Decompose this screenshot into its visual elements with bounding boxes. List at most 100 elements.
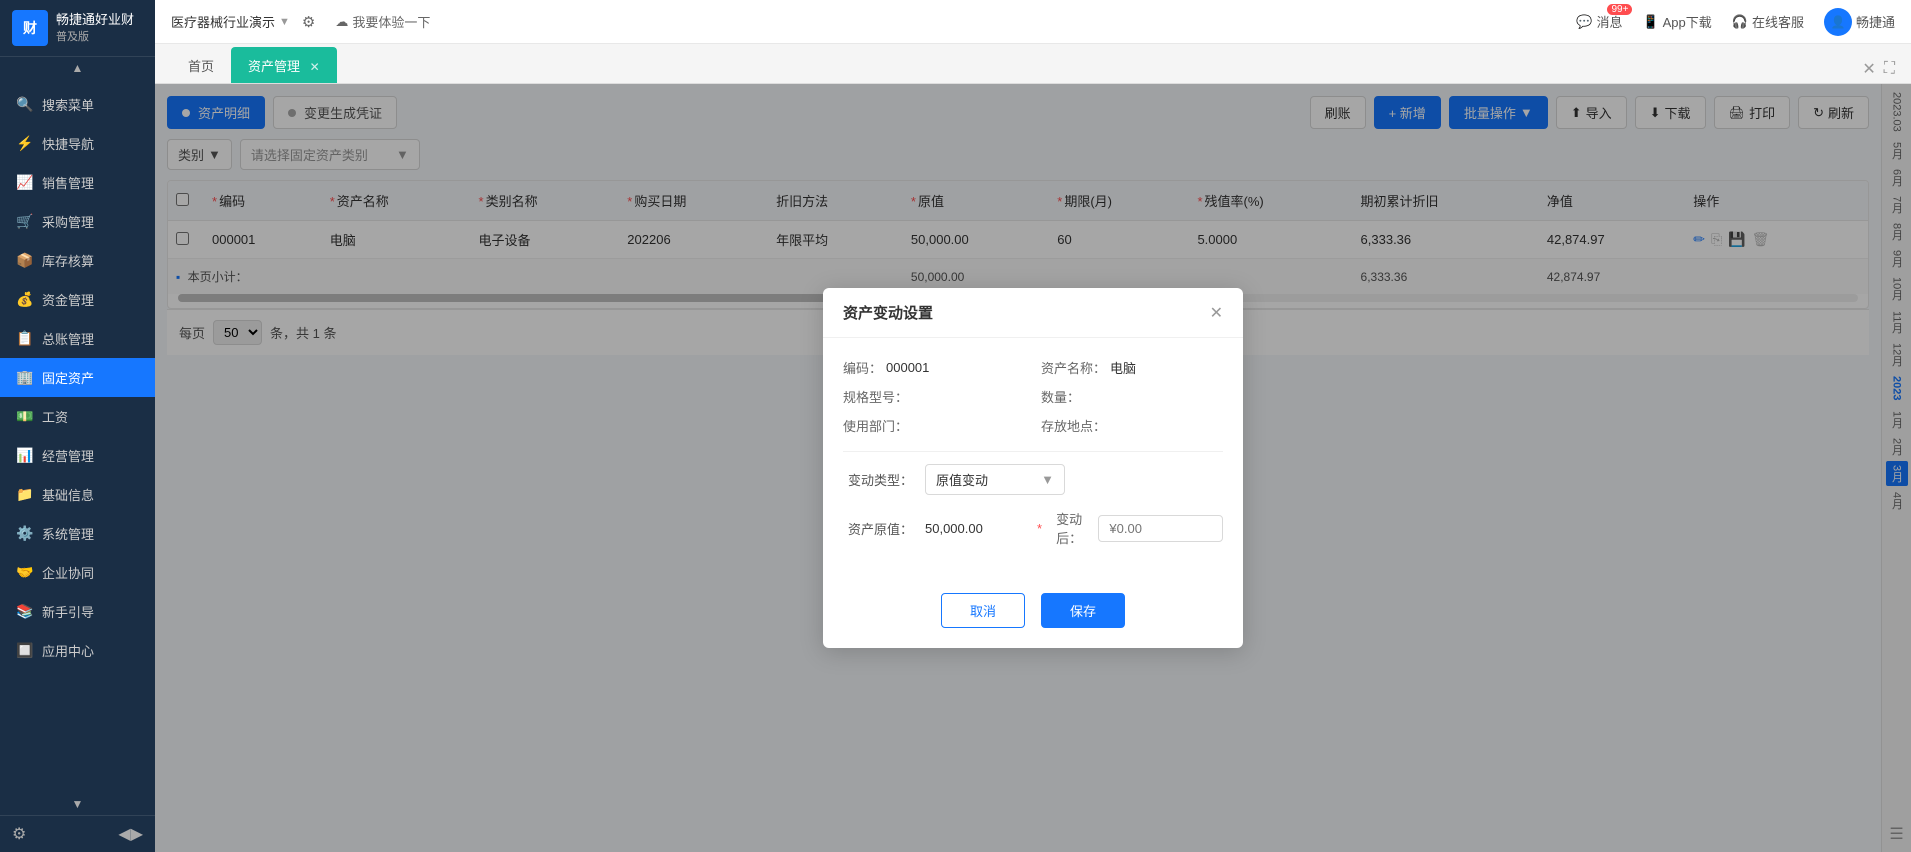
save-button-label: 保存 [1070, 604, 1096, 619]
dialog-name-label: 资产名称： [1041, 358, 1106, 377]
dialog-name-value: 电脑 [1110, 358, 1136, 377]
sidebar-item-inventory[interactable]: 📦 库存核算 [0, 241, 155, 280]
dialog-close-button[interactable]: ✕ [1210, 303, 1223, 323]
download-icon: 📱 [1642, 14, 1658, 30]
app-name: 畅捷通好业财 [56, 12, 134, 29]
sidebar-item-label-payroll: 工资 [42, 407, 68, 426]
app-logo-icon: 财 [12, 10, 48, 46]
change-type-value: 原值变动 [936, 470, 988, 489]
change-type-select[interactable]: 原值变动 ▼ [925, 464, 1065, 495]
sidebar-bottom: ⚙ ◀▶ [0, 815, 155, 852]
sales-icon: 📈 [16, 174, 34, 191]
dialog-quantity-field: 数量： [1041, 387, 1223, 406]
sidebar-item-label-app-center: 应用中心 [42, 641, 94, 660]
change-type-arrow-icon: ▼ [1041, 472, 1054, 487]
dialog-name-field: 资产名称： 电脑 [1041, 358, 1223, 377]
sidebar-item-label-inventory: 库存核算 [42, 251, 94, 270]
after-change-input[interactable] [1098, 515, 1223, 542]
sidebar-item-fixed-assets[interactable]: 🏢 固定资产 [0, 358, 155, 397]
cancel-button[interactable]: 取消 [941, 593, 1025, 628]
collapse-icon[interactable]: ◀▶ [118, 824, 143, 844]
dialog-footer: 取消 保存 [823, 581, 1243, 648]
quicknav-icon: ⚡ [16, 135, 34, 152]
dialog-department-label: 使用部门： [843, 416, 908, 435]
experience-button[interactable]: ☁ 我要体验一下 [335, 12, 430, 31]
search-icon: 🔍 [16, 96, 34, 113]
sidebar-item-app-center[interactable]: 🔲 应用中心 [0, 631, 155, 670]
dialog-title: 资产变动设置 [843, 302, 933, 323]
sidebar: 财 畅捷通好业财 普及版 ▲ 🔍 搜索菜单 ⚡ 快捷导航 📈 销售管理 🛒 采购… [0, 0, 155, 852]
ledger-icon: 📋 [16, 330, 34, 347]
tab-close-icon[interactable]: ✕ [310, 60, 320, 74]
dialog-info-grid: 编码： 000001 资产名称： 电脑 规格型号： 数量： [843, 358, 1223, 435]
sidebar-item-system[interactable]: ⚙️ 系统管理 [0, 514, 155, 553]
system-icon: ⚙️ [16, 525, 34, 542]
app-edition: 普及版 [56, 28, 134, 44]
avatar: 👤 [1824, 8, 1852, 36]
sidebar-item-operations[interactable]: 📊 经营管理 [0, 436, 155, 475]
app-download-button[interactable]: 📱 App下载 [1642, 12, 1711, 31]
purchase-icon: 🛒 [16, 213, 34, 230]
window-expand-icon[interactable]: ⛶ [1884, 60, 1895, 78]
cancel-button-label: 取消 [970, 604, 996, 619]
tab-asset-management-label: 资产管理 [248, 59, 300, 74]
dialog-quantity-label: 数量： [1041, 387, 1080, 406]
dialog-department-field: 使用部门： [843, 416, 1025, 435]
dialog-header: 资产变动设置 ✕ [823, 288, 1243, 338]
topbar: 医疗器械行业演示 ▼ ⚙ ☁ 我要体验一下 💬 消息 99+ 📱 App下载 🎧… [155, 0, 1911, 44]
tab-asset-management[interactable]: 资产管理 ✕ [231, 47, 337, 83]
sidebar-item-basic-info[interactable]: 📁 基础信息 [0, 475, 155, 514]
after-change-label: 变动后： [1056, 509, 1086, 547]
sidebar-item-label-system: 系统管理 [42, 524, 94, 543]
app-center-icon: 🔲 [16, 642, 34, 659]
dialog-spec-field: 规格型号： [843, 387, 1025, 406]
sidebar-item-label-purchase: 采购管理 [42, 212, 94, 231]
sidebar-item-search[interactable]: 🔍 搜索菜单 [0, 85, 155, 124]
sidebar-item-enterprise[interactable]: 🤝 企业协同 [0, 553, 155, 592]
settings-icon[interactable]: ⚙ [12, 824, 26, 844]
sidebar-item-label-finance: 资金管理 [42, 290, 94, 309]
dialog-value-row: 资产原值： 50,000.00 * 变动后： [843, 509, 1223, 547]
message-icon: 💬 [1576, 14, 1592, 30]
sidebar-item-label-quicknav: 快捷导航 [42, 134, 94, 153]
sidebar-item-finance[interactable]: 💰 资金管理 [0, 280, 155, 319]
sidebar-item-purchase[interactable]: 🛒 采购管理 [0, 202, 155, 241]
company-name: 医疗器械行业演示 [171, 12, 275, 31]
sidebar-scroll-up[interactable]: ▲ [0, 57, 155, 79]
required-star-after: * [1037, 521, 1042, 536]
asset-value-label: 资产原值： [843, 519, 913, 538]
sidebar-scroll-down[interactable]: ▼ [0, 793, 155, 815]
dialog-code-field: 编码： 000001 [843, 358, 1025, 377]
finance-icon: 💰 [16, 291, 34, 308]
messages-button[interactable]: 💬 消息 99+ [1576, 12, 1622, 31]
company-dropdown-icon: ▼ [279, 16, 290, 28]
sidebar-item-label-operations: 经营管理 [42, 446, 94, 465]
window-controls: ✕ ⛶ [1862, 59, 1895, 83]
window-close-icon[interactable]: ✕ [1862, 59, 1875, 79]
operations-icon: 📊 [16, 447, 34, 464]
dialog-overlay: 资产变动设置 ✕ 编码： 000001 资产名称： 电脑 [155, 84, 1911, 852]
company-selector[interactable]: 医疗器械行业演示 ▼ [171, 12, 290, 31]
settings-gear-icon[interactable]: ⚙ [302, 13, 315, 31]
dialog-code-label: 编码： [843, 358, 882, 377]
asset-value: 50,000.00 [925, 521, 1025, 536]
asset-change-dialog: 资产变动设置 ✕ 编码： 000001 资产名称： 电脑 [823, 288, 1243, 648]
sidebar-item-label-search: 搜索菜单 [42, 95, 94, 114]
sidebar-item-guide[interactable]: 📚 新手引导 [0, 592, 155, 631]
sidebar-item-payroll[interactable]: 💵 工资 [0, 397, 155, 436]
dialog-location-field: 存放地点： [1041, 416, 1223, 435]
sidebar-item-ledger[interactable]: 📋 总账管理 [0, 319, 155, 358]
main-area: 医疗器械行业演示 ▼ ⚙ ☁ 我要体验一下 💬 消息 99+ 📱 App下载 🎧… [155, 0, 1911, 852]
app-download-label: App下载 [1663, 12, 1712, 31]
change-type-label: 变动类型： [843, 470, 913, 489]
tabbar: 首页 资产管理 ✕ ✕ ⛶ [155, 44, 1911, 84]
online-service-button[interactable]: 🎧 在线客服 [1732, 12, 1804, 31]
online-service-label: 在线客服 [1752, 12, 1804, 31]
save-button[interactable]: 保存 [1041, 593, 1125, 628]
user-profile-button[interactable]: 👤 畅捷通 [1824, 8, 1895, 36]
sidebar-item-quicknav[interactable]: ⚡ 快捷导航 [0, 124, 155, 163]
sidebar-item-sales[interactable]: 📈 销售管理 [0, 163, 155, 202]
tab-home[interactable]: 首页 [171, 47, 231, 83]
sidebar-nav: 🔍 搜索菜单 ⚡ 快捷导航 📈 销售管理 🛒 采购管理 📦 库存核算 💰 资金管… [0, 79, 155, 793]
payroll-icon: 💵 [16, 408, 34, 425]
